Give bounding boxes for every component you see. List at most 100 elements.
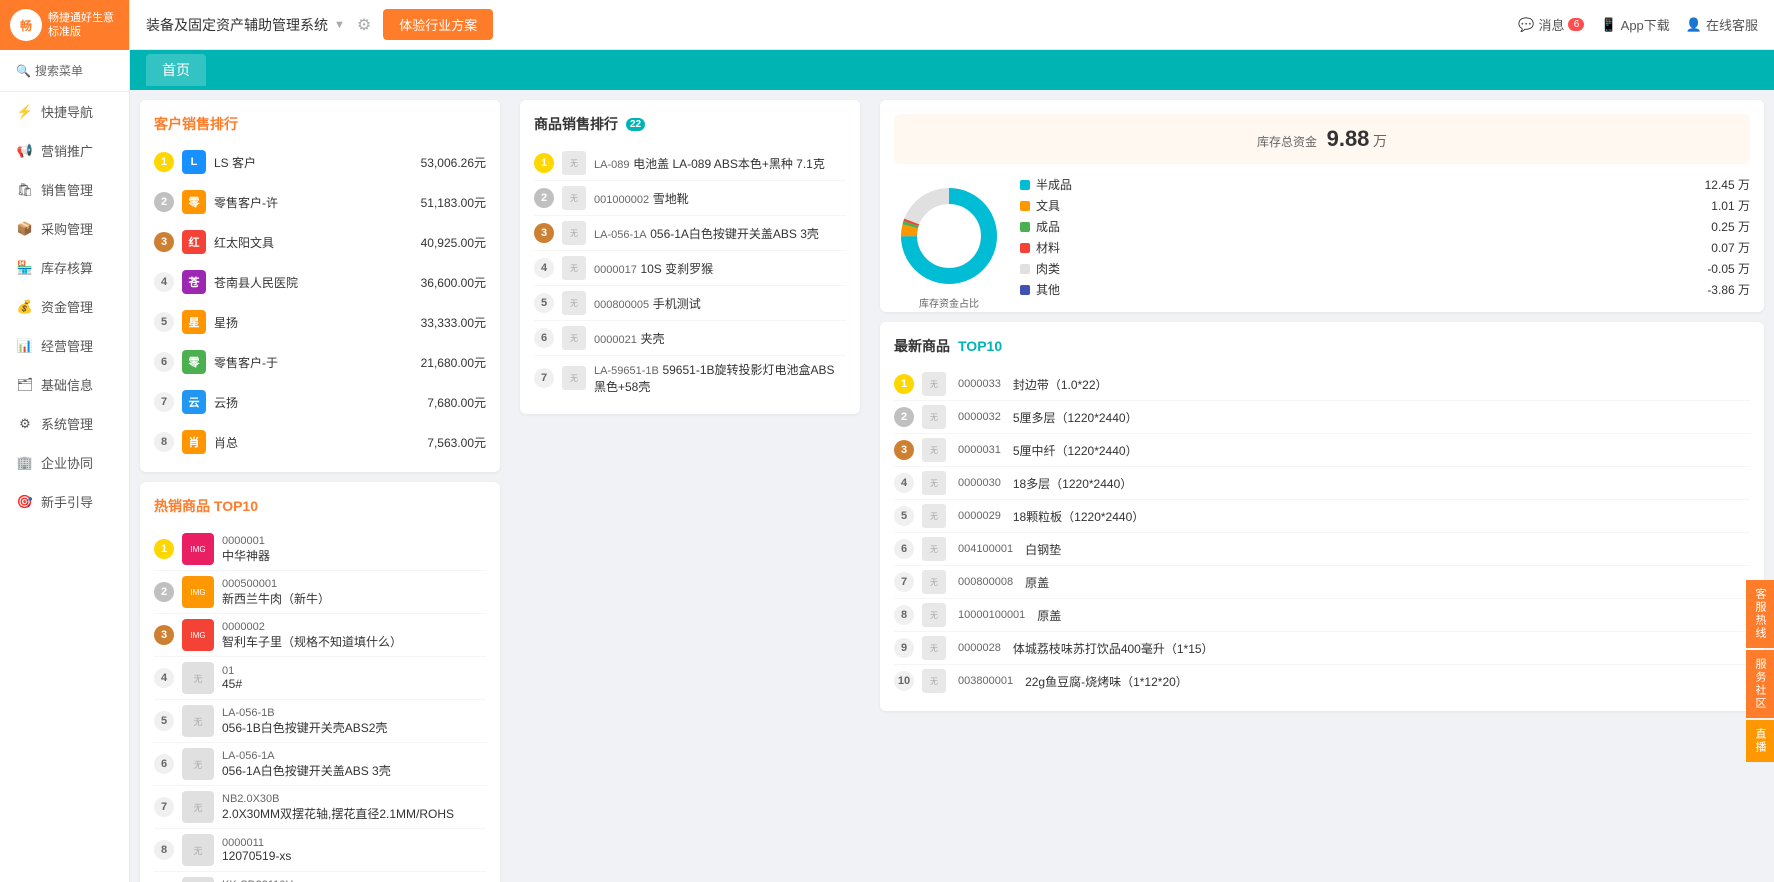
new-rank-number: 9 <box>894 638 914 658</box>
tab-home[interactable]: 首页 <box>146 54 206 86</box>
product-code: LA-056-1A <box>222 750 486 762</box>
sales-product-image: 无 <box>562 221 586 245</box>
page-tab-bar: 首页 <box>130 50 1774 90</box>
sidebar-item-purchase[interactable]: 📦采购管理 <box>0 209 129 248</box>
logo-icon: 畅 <box>10 9 42 41</box>
rank-amount: 36,600.00元 <box>421 274 486 291</box>
rank-avatar: 红 <box>182 230 206 254</box>
product-info: 0000001 中华神器 <box>222 535 486 564</box>
sidebar-item-inventory[interactable]: 🏪库存核算 <box>0 248 129 287</box>
rank-name: 苍南县人民医院 <box>214 274 413 291</box>
message-button[interactable]: 💬 消息 6 <box>1518 15 1584 34</box>
new-product-code: 003800001 <box>958 675 1013 687</box>
sales-product-info: 001000002 雪地靴 <box>594 190 846 207</box>
product-image: IMG <box>182 576 214 608</box>
new-rank-number: 10 <box>894 671 914 691</box>
sidebar-search-area[interactable]: 🔍 搜索菜单 <box>0 50 129 92</box>
sidebar-item-company[interactable]: 🏢企业协同 <box>0 443 129 482</box>
product-info: LA-056-1B 056-1B白色按键开关壳ABS2壳 <box>222 707 486 736</box>
sidebar-item-guide[interactable]: 🎯新手引导 <box>0 482 129 521</box>
sidebar-item-sales[interactable]: 🛍销售管理 <box>0 170 129 209</box>
legend-item: 材料 0.07 万 <box>1020 239 1750 256</box>
hot-product-item: 6 无 LA-056-1A 056-1A白色按键开关盖ABS 3壳 <box>154 743 486 786</box>
rank-item: 7 云 云扬 7,680.00元 <box>154 386 486 418</box>
product-name: 12070519-xs <box>222 849 486 863</box>
rank-name: 零售客户-许 <box>214 194 413 211</box>
legend-color-dot <box>1020 222 1030 232</box>
sidebar-item-operation[interactable]: 📊经营管理 <box>0 326 129 365</box>
sidebar-item-quick-nav[interactable]: ⚡快捷导航 <box>0 92 129 131</box>
new-product-name: 22g鱼豆腐-烧烤味（1*12*20） <box>1025 673 1750 690</box>
online-service-button[interactable]: 👤 在线客服 <box>1686 15 1758 34</box>
customer-service-btn[interactable]: 客服热线 <box>1746 580 1774 648</box>
nav-label: 基础信息 <box>41 375 93 394</box>
nav-label: 经营管理 <box>41 336 93 355</box>
new-product-item: 1 无 0000033 封边带（1.0*22） <box>894 368 1750 401</box>
sales-rank-number: 6 <box>534 328 554 348</box>
rank-item: 4 苍 苍南县人民医院 36,600.00元 <box>154 266 486 298</box>
inventory-legend: 半成品 12.45 万 文具 1.01 万 成品 0.25 万 材料 0.07 … <box>1020 176 1750 298</box>
sales-product-name: 雪地靴 <box>653 192 689 206</box>
sidebar-item-system[interactable]: ⚙系统管理 <box>0 404 129 443</box>
settings-icon[interactable]: ⚙ <box>357 15 371 35</box>
sales-product-image: 无 <box>562 256 586 280</box>
sales-rank-item: 2 无 001000002 雪地靴 <box>534 181 846 216</box>
dropdown-arrow-icon[interactable]: ▼ <box>334 19 345 31</box>
sales-rank-number: 5 <box>534 293 554 313</box>
product-info: 0000011 12070519-xs <box>222 837 486 863</box>
product-info: LA-056-1A 056-1A白色按键开关盖ABS 3壳 <box>222 750 486 779</box>
product-info: 0000002 智利车子里（规格不知道填什么） <box>222 621 486 650</box>
phone-icon: 📱 <box>1600 17 1616 33</box>
new-product-code: 0000031 <box>958 444 1001 456</box>
new-product-image: 无 <box>922 405 946 429</box>
legend-name: 成品 <box>1036 218 1705 235</box>
nav-label: 企业协同 <box>41 453 93 472</box>
donut-chart-svg <box>894 181 1004 291</box>
new-product-code: 004100001 <box>958 543 1013 555</box>
product-name: 056-1A白色按键开关盖ABS 3壳 <box>222 762 486 779</box>
rank-amount: 40,925.00元 <box>421 234 486 251</box>
hot-rank-number: 6 <box>154 754 174 774</box>
nav-label: 采购管理 <box>41 219 93 238</box>
legend-value: 1.01 万 <box>1711 197 1750 214</box>
sales-rank-number: 3 <box>534 223 554 243</box>
community-btn[interactable]: 服务社区 <box>1746 650 1774 718</box>
content-area: 客户销售排行 1 L LS 客户 53,006.26元 2 零 零售客户-许 5… <box>130 90 1774 882</box>
trial-button[interactable]: 体验行业方案 <box>383 9 493 40</box>
search-menu-button[interactable]: 🔍 搜索菜单 <box>10 58 119 83</box>
app-download-button[interactable]: 📱 App下载 <box>1600 15 1669 34</box>
sales-product-name: 手机测试 <box>653 297 701 311</box>
sidebar-item-marketing[interactable]: 📢营销推广 <box>0 131 129 170</box>
nav-label: 营销推广 <box>41 141 93 160</box>
hot-product-item: 8 无 0000011 12070519-xs <box>154 829 486 872</box>
chart-label: 库存资金占比 <box>919 295 979 310</box>
hot-product-item: 4 无 01 45# <box>154 657 486 700</box>
legend-color-dot <box>1020 201 1030 211</box>
rank-amount: 7,563.00元 <box>427 434 486 451</box>
product-image: 无 <box>182 705 214 737</box>
nav-label: 系统管理 <box>41 414 93 433</box>
legend-value: 12.45 万 <box>1705 176 1750 193</box>
live-btn[interactable]: 直播 <box>1746 720 1774 762</box>
product-code: LA-056-1B <box>222 707 486 719</box>
new-products-card: 最新商品 TOP10 1 无 0000033 封边带（1.0*22） 2 无 0… <box>880 322 1764 711</box>
new-product-image: 无 <box>922 504 946 528</box>
product-name: 45# <box>222 677 486 691</box>
sales-rank-number: 1 <box>534 153 554 173</box>
rank-avatar: 零 <box>182 190 206 214</box>
sidebar-item-finance[interactable]: 💰资金管理 <box>0 287 129 326</box>
topbar-right: 💬 消息 6 📱 App下载 👤 在线客服 <box>1518 15 1758 34</box>
sales-rank-item: 1 无 LA-089 电池盖 LA-089 ABS本色+黑种 7.1克 <box>534 146 846 181</box>
new-rank-number: 2 <box>894 407 914 427</box>
sales-rank-item: 4 无 0000017 10S 变刹罗猴 <box>534 251 846 286</box>
right-panel: 库存总资金 9.88 万 库存资金占比 <box>870 90 1774 882</box>
product-code: 01 <box>222 665 486 677</box>
legend-item: 肉类 -0.05 万 <box>1020 260 1750 277</box>
rank-name: 肖总 <box>214 434 419 451</box>
sales-product-name: 10S 变刹罗猴 <box>640 262 713 276</box>
rank-name: 星扬 <box>214 314 413 331</box>
sidebar-item-basics[interactable]: 🗂基础信息 <box>0 365 129 404</box>
rank-name: 零售客户-于 <box>214 354 413 371</box>
sales-product-code: LA-089 <box>594 159 629 171</box>
new-product-item: 9 无 0000028 体城荔枝味苏打饮品400毫升（1*15） <box>894 632 1750 665</box>
